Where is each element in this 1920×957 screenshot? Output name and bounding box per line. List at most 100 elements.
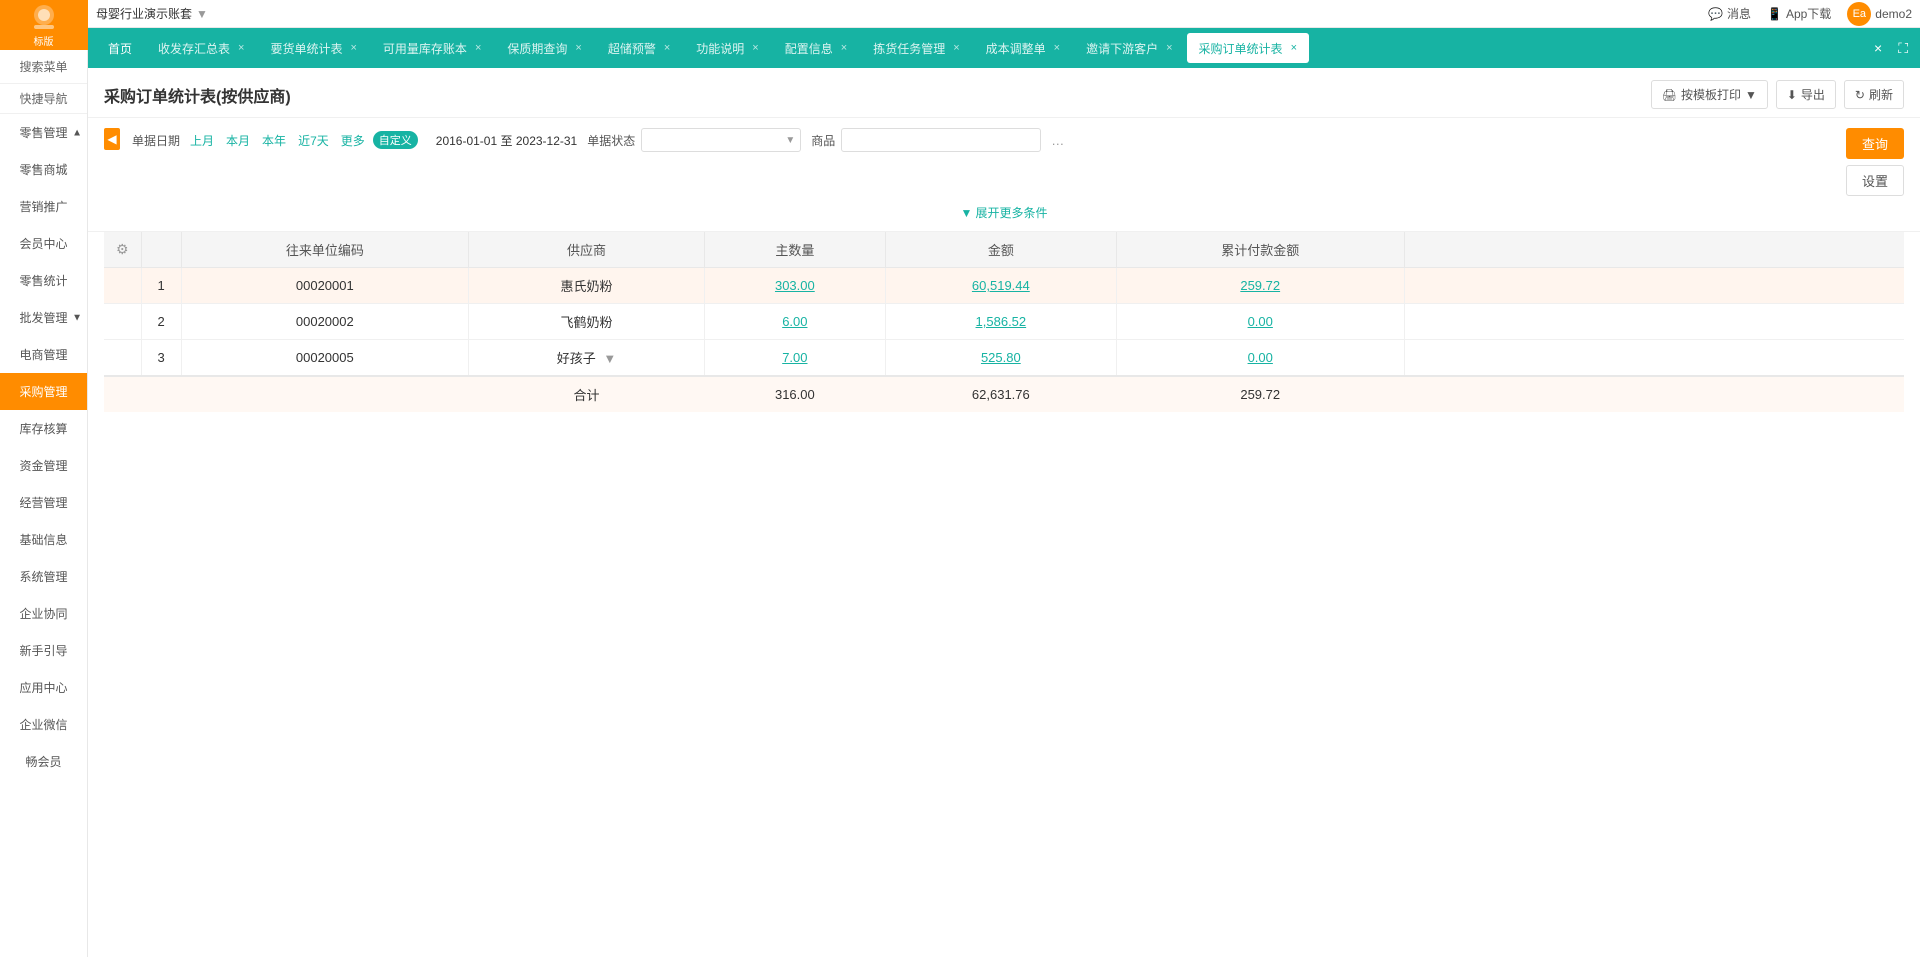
col-extra-header — [1404, 232, 1904, 268]
sidebar-item-operations[interactable]: 经营管理 — [0, 484, 87, 521]
tab-close-warranty[interactable]: × — [575, 42, 581, 54]
tab-purchase-stats[interactable]: 采购订单统计表 × — [1187, 33, 1309, 63]
column-settings-icon[interactable]: ⚙ — [116, 241, 129, 257]
row1-amount[interactable]: 60,519.44 — [885, 268, 1116, 304]
sidebar-item-marketing[interactable]: 营销推广 — [0, 188, 87, 225]
row1-quantity[interactable]: 303.00 — [704, 268, 885, 304]
setting-btn[interactable]: 设置 — [1846, 165, 1904, 196]
sidebar-item-system[interactable]: 系统管理 — [0, 558, 87, 595]
sidebar-item-retail-stats[interactable]: 零售统计 — [0, 262, 87, 299]
col-quantity-header: 主数量 — [704, 232, 885, 268]
sidebar-item-ecommerce[interactable]: 电商管理 — [0, 336, 87, 373]
tab-close-order-summary[interactable]: × — [350, 42, 356, 54]
tab-cost-adjust[interactable]: 成本调整单 × — [974, 33, 1072, 63]
tab-close-function-desc[interactable]: × — [752, 42, 758, 54]
footer-extra — [1404, 376, 1904, 412]
row1-unit-code: 00020001 — [181, 268, 469, 304]
message-btn[interactable]: 💬 消息 — [1708, 5, 1751, 22]
goods-more-icon[interactable]: … — [1051, 133, 1064, 148]
row3-paid-amount[interactable]: 0.00 — [1116, 340, 1404, 377]
row2-quantity[interactable]: 6.00 — [704, 304, 885, 340]
refresh-btn[interactable]: ↻ 刷新 — [1844, 80, 1904, 109]
tab-home[interactable]: 首页 — [96, 33, 144, 63]
workspace-selector[interactable]: 母婴行业演示账套 ▼ — [96, 5, 208, 22]
sidebar-item-inventory[interactable]: 库存核算 — [0, 410, 87, 447]
user-avatar: Ea — [1847, 2, 1871, 26]
filter-collapse-btn[interactable]: ◀ — [104, 128, 120, 150]
sidebar-item-enterprise-wechat[interactable]: 企业微信 — [0, 706, 87, 743]
app-download-btn[interactable]: 📱 App下载 — [1767, 5, 1831, 22]
row2-seq: 2 — [141, 304, 181, 340]
query-btn[interactable]: 查询 — [1846, 128, 1904, 159]
export-icon: ⬇ — [1787, 88, 1797, 102]
row3-amount[interactable]: 525.80 — [885, 340, 1116, 377]
tab-warranty[interactable]: 保质期查询 × — [495, 33, 593, 63]
table-area: ⚙ 往来单位编码 供应商 主数量 金额 累计付款金额 1 — [88, 232, 1920, 957]
printer-icon: 🖨 — [1662, 88, 1677, 102]
tab-close-invite-downstream[interactable]: × — [1166, 42, 1172, 54]
tab-available-stock[interactable]: 可用量库存账本 × — [371, 33, 493, 63]
sidebar-item-purchase[interactable]: 采购管理 — [0, 373, 87, 410]
tab-close-overstock-warning[interactable]: × — [664, 42, 670, 54]
fullscreen-btn[interactable]: ⛶ — [1894, 38, 1912, 59]
tab-invite-downstream[interactable]: 邀请下游客户 × — [1074, 33, 1184, 63]
sidebar-item-new-guide[interactable]: 新手引导 — [0, 632, 87, 669]
tab-close-available-stock[interactable]: × — [475, 42, 481, 54]
footer-paid-amount: 259.72 — [1116, 376, 1404, 412]
date-shortcut-7days[interactable]: 近7天 — [294, 130, 333, 151]
date-shortcut-this-month[interactable]: 本月 — [222, 130, 254, 151]
sidebar-item-basic-info[interactable]: 基础信息 — [0, 521, 87, 558]
table-row: 1 00020001 惠氏奶粉 303.00 60,519.44 259.72 — [104, 268, 1904, 304]
expand-more-btn[interactable]: ▼ 展开更多条件 — [961, 204, 1048, 221]
tab-receive-summary[interactable]: 收发存汇总表 × — [146, 33, 256, 63]
tab-close-receive-summary[interactable]: × — [238, 42, 244, 54]
sidebar-item-app-center[interactable]: 应用中心 — [0, 669, 87, 706]
date-shortcut-last-month[interactable]: 上月 — [186, 130, 218, 151]
row2-paid-amount[interactable]: 0.00 — [1116, 304, 1404, 340]
sidebar-item-member[interactable]: 会员中心 — [0, 225, 87, 262]
goods-input[interactable] — [841, 128, 1041, 152]
export-btn[interactable]: ⬇ 导出 — [1776, 80, 1836, 109]
main-area: 母婴行业演示账套 ▼ 💬 消息 📱 App下载 Ea demo2 首页 收发存汇… — [88, 0, 1920, 957]
tab-function-desc[interactable]: 功能说明 × — [684, 33, 770, 63]
filter-goods-item: 商品 … — [811, 128, 1064, 152]
print-btn[interactable]: 🖨 按模板打印 ▼ — [1651, 80, 1768, 109]
close-all-tabs-btn[interactable]: × — [1870, 38, 1886, 59]
sidebar-item-retail-store[interactable]: 零售商城 — [0, 151, 87, 188]
row3-extra — [1404, 340, 1904, 377]
tab-close-cost-adjust[interactable]: × — [1054, 42, 1060, 54]
sidebar-shortcut[interactable]: 快捷导航 — [0, 84, 87, 114]
sidebar-item-finance[interactable]: 资金管理 — [0, 447, 87, 484]
date-shortcut-more[interactable]: 更多 — [337, 130, 369, 151]
filter-date-range-item: 2016-01-01 至 2023-12-31 — [436, 132, 577, 149]
row3-quantity[interactable]: 7.00 — [704, 340, 885, 377]
table-row: 2 00020002 飞鹤奶粉 6.00 1,586.52 0.00 — [104, 304, 1904, 340]
footer-seq — [141, 376, 181, 412]
footer-quantity: 316.00 — [704, 376, 885, 412]
tab-close-purchase-stats[interactable]: × — [1291, 42, 1297, 54]
page-header-actions: 🖨 按模板打印 ▼ ⬇ 导出 ↻ 刷新 — [1651, 80, 1904, 109]
row2-amount[interactable]: 1,586.52 — [885, 304, 1116, 340]
tab-config-info[interactable]: 配置信息 × — [773, 33, 859, 63]
user-menu[interactable]: Ea demo2 — [1847, 2, 1912, 26]
tab-pick-task[interactable]: 拣货任务管理 × — [861, 33, 971, 63]
tab-overstock-warning[interactable]: 超储预警 × — [596, 33, 682, 63]
date-shortcut-this-year[interactable]: 本年 — [258, 130, 290, 151]
sidebar-item-enterprise[interactable]: 企业协同 — [0, 595, 87, 632]
row1-paid-amount[interactable]: 259.72 — [1116, 268, 1404, 304]
tab-order-summary[interactable]: 要货单统计表 × — [258, 33, 368, 63]
sidebar-search[interactable]: 搜索菜单 — [0, 50, 87, 84]
row2-checkbox — [104, 304, 141, 340]
row2-extra — [1404, 304, 1904, 340]
status-select[interactable]: 全部 待审核 已审核 已关闭 — [641, 128, 801, 152]
sidebar-item-vip[interactable]: 畅会员 — [0, 743, 87, 780]
row1-supplier: 惠氏奶粉 — [469, 268, 705, 304]
workspace-label: 母婴行业演示账套 — [96, 5, 192, 22]
sidebar-item-retail[interactable]: 零售管理 ▲ — [0, 114, 87, 151]
app-logo-text: 标版 — [34, 33, 54, 48]
tab-close-pick-task[interactable]: × — [953, 42, 959, 54]
sidebar-item-wholesale[interactable]: 批发管理 ▼ — [0, 299, 87, 336]
tab-close-config-info[interactable]: × — [841, 42, 847, 54]
user-label: demo2 — [1875, 7, 1912, 21]
expand-row-icon[interactable]: ▼ — [603, 351, 616, 366]
